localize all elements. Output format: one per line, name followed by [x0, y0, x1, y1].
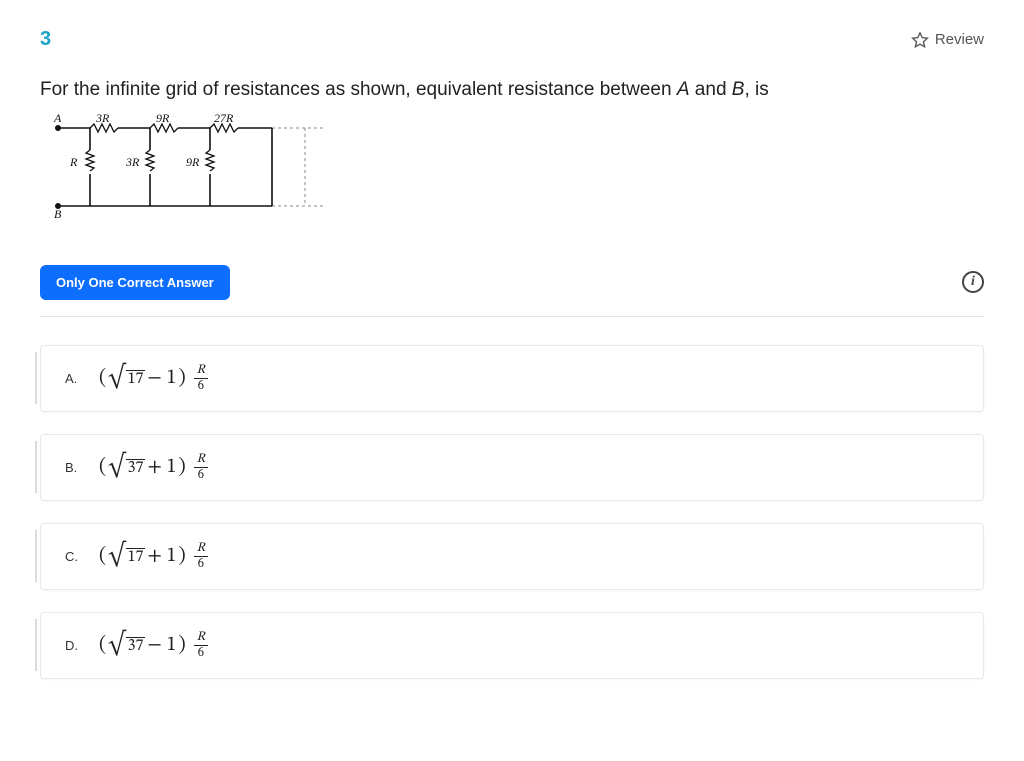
review-button[interactable]: Review: [911, 31, 984, 49]
svg-text:3R: 3R: [95, 111, 110, 125]
review-label: Review: [935, 31, 984, 48]
svg-text:9R: 9R: [186, 155, 200, 169]
option-expression: (√17 − 1) R6: [99, 364, 208, 393]
option-letter: C.: [65, 549, 81, 564]
svg-text:9R: 9R: [156, 111, 170, 125]
svg-text:3R: 3R: [125, 155, 140, 169]
option-expression: (√37 + 1) R6: [99, 453, 208, 482]
option-letter: A.: [65, 371, 81, 386]
node-A-label: A: [53, 111, 62, 125]
option-letter: D.: [65, 638, 81, 653]
svg-text:27R: 27R: [214, 111, 234, 125]
option-A[interactable]: A. (√17 − 1) R6: [40, 345, 984, 412]
info-icon[interactable]: i: [962, 271, 984, 293]
svg-text:R: R: [69, 155, 78, 169]
question-header: 3 Review: [40, 28, 984, 51]
circuit-diagram: .lbl{font:italic 12px Georgia,serif; fil…: [40, 110, 984, 225]
option-letter: B.: [65, 460, 81, 475]
node-B-label: B: [54, 207, 62, 220]
question-text: For the infinite grid of resistances as …: [40, 77, 984, 104]
answer-type-badge: Only One Correct Answer: [40, 265, 230, 300]
option-B[interactable]: B. (√37 + 1) R6: [40, 434, 984, 501]
option-C[interactable]: C. (√17 + 1) R6: [40, 523, 984, 590]
answer-meta-row: Only One Correct Answer i: [40, 265, 984, 317]
options-list: A. (√17 − 1) R6 B. (√37 + 1) R6 C. (√17 …: [40, 345, 984, 679]
option-D[interactable]: D. (√37 − 1) R6: [40, 612, 984, 679]
star-icon: [911, 31, 929, 49]
option-expression: (√17 + 1) R6: [99, 542, 208, 571]
option-expression: (√37 − 1) R6: [99, 631, 208, 660]
question-number: 3: [40, 28, 51, 51]
